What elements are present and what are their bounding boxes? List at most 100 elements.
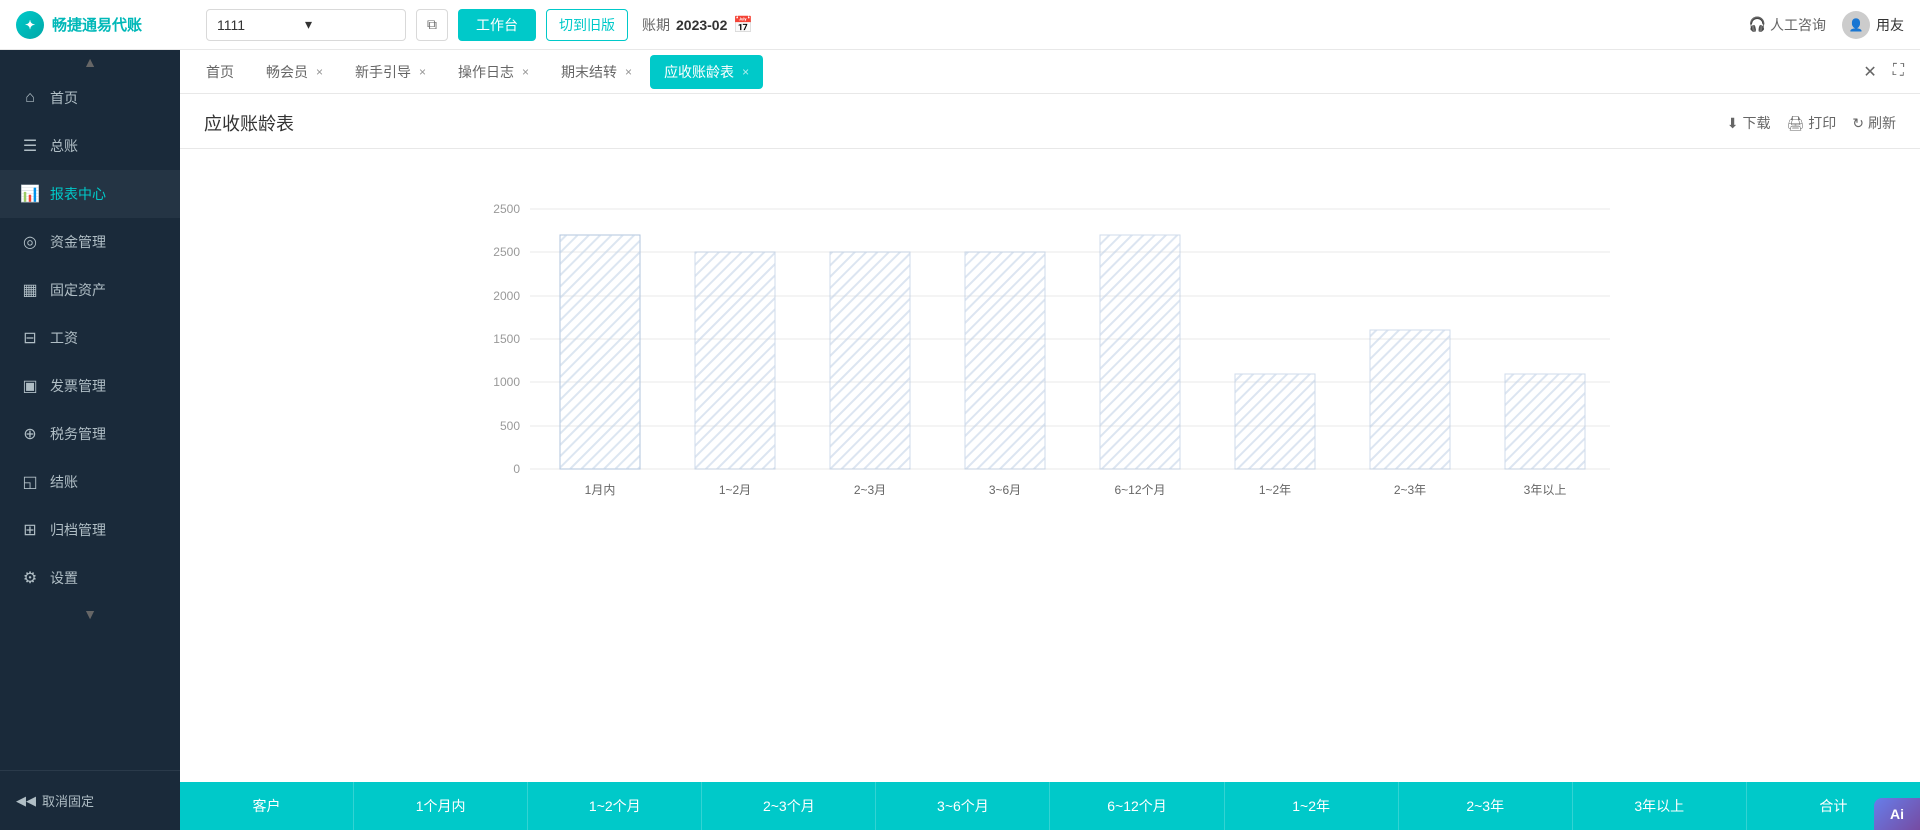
svg-text:1~2月: 1~2月 [719,483,751,497]
tab-period-end-label: 期末结转 [561,62,617,82]
download-label: 下载 [1742,113,1770,133]
consult-button[interactable]: 🎧 人工咨询 [1749,15,1826,35]
svg-text:3~6月: 3~6月 [989,483,1021,497]
tab-aging-label: 应收账龄表 [664,62,734,82]
svg-text:2500: 2500 [493,245,520,259]
refresh-label: 刷新 [1868,113,1896,133]
table-header: 客户1个月内1~2个月2~3个月3~6个月6~12个月1~2年2~3年3年以上合… [180,782,1920,830]
tab-oplog-close[interactable]: × [522,65,529,79]
download-button[interactable]: ⬇ 下载 [1727,113,1771,133]
sidebar-item-settings[interactable]: ⚙ 设置 [0,554,180,602]
copy-icon: ⧉ [427,16,437,33]
svg-text:1000: 1000 [493,375,520,389]
sidebar-item-assets[interactable]: ▦ 固定资产 [0,266,180,314]
logo-area: ✦ 畅捷通易代账 [16,11,196,39]
company-select[interactable]: 1111 ▾ [206,9,406,41]
tab-period-end-close[interactable]: × [625,65,632,79]
expand-button[interactable]: ⛶ [1889,58,1908,86]
table-header-cell: 1个月内 [354,782,528,830]
home-icon: ⌂ [20,89,40,107]
workbench-button[interactable]: 工作台 [458,9,536,41]
company-name: 1111 [217,17,245,33]
sidebar-item-salary[interactable]: ⊟ 工资 [0,314,180,362]
svg-text:1月内: 1月内 [585,483,616,497]
sidebar-label-funds: 资金管理 [50,232,106,252]
tab-guide-label: 新手引导 [355,62,411,82]
tab-actions: ✕ ⛶ [1859,58,1908,86]
sidebar: ▲ ⌂ 首页 ☰ 总账 📊 报表中心 ◎ 资金管理 ▦ 固定资产 ⊟ 工资 ▣ … [0,50,180,830]
tab-aging[interactable]: 应收账龄表 × [650,55,763,89]
svg-text:500: 500 [500,419,520,433]
print-icon: 🖨 [1786,115,1804,132]
logo-icon: ✦ [16,11,44,39]
sidebar-item-settlement[interactable]: ◱ 结账 [0,458,180,506]
chart-container: 0 500 1000 1500 2000 2500 2500 [204,169,1896,529]
table-header-cell: 客户 [180,782,354,830]
sidebar-scroll-up[interactable]: ▲ [0,50,180,74]
sidebar-item-tax[interactable]: ⊕ 税务管理 [0,410,180,458]
sidebar-label-tax: 税务管理 [50,424,106,444]
settings-icon: ⚙ [20,568,40,588]
tab-guide[interactable]: 新手引导 × [341,55,440,89]
tab-member-close[interactable]: × [316,65,323,79]
table-header-cell: 2~3年 [1399,782,1573,830]
svg-text:2500: 2500 [493,202,520,216]
table-header-cell: 1~2年 [1225,782,1399,830]
svg-text:2~3年: 2~3年 [1394,483,1426,497]
copy-button[interactable]: ⧉ [416,9,448,41]
user-avatar: 👤 [1842,11,1870,39]
tab-aging-close[interactable]: × [742,65,749,79]
content-area: 首页 畅会员 × 新手引导 × 操作日志 × 期末结转 × 应收账龄表 × [180,50,1920,830]
header-right: 🎧 人工咨询 👤 用友 [1749,11,1904,39]
table-header-cell: 2~3个月 [702,782,876,830]
sidebar-item-home[interactable]: ⌂ 首页 [0,74,180,122]
sidebar-label-salary: 工资 [50,328,78,348]
reports-icon: 📊 [20,184,40,204]
sidebar-scroll-down[interactable]: ▼ [0,602,180,626]
sidebar-item-archive[interactable]: ⊞ 归档管理 [0,506,180,554]
old-version-button[interactable]: 切到旧版 [546,9,628,41]
settlement-icon: ◱ [20,472,40,492]
archive-icon: ⊞ [20,520,40,540]
tab-period-end[interactable]: 期末结转 × [547,55,646,89]
tab-home-label: 首页 [206,62,234,82]
tab-member[interactable]: 畅会员 × [252,55,337,89]
sidebar-label-assets: 固定资产 [50,280,106,300]
headset-icon: 🎧 [1749,16,1766,33]
sidebar-label-settlement: 结账 [50,472,78,492]
consult-label: 人工咨询 [1770,15,1826,35]
top-header: ✦ 畅捷通易代账 1111 ▾ ⧉ 工作台 切到旧版 账期 2023-02 📅 … [0,0,1920,50]
sidebar-item-invoice[interactable]: ▣ 发票管理 [0,362,180,410]
assets-icon: ▦ [20,280,40,300]
cancel-fixed-button[interactable]: ◀◀ 取消固定 [0,781,180,820]
period-value: 2023-02 [676,17,727,33]
refresh-button[interactable]: ↻ 刷新 [1852,113,1896,133]
sidebar-label-archive: 归档管理 [50,520,106,540]
print-button[interactable]: 🖨 打印 [1786,113,1836,133]
tab-member-label: 畅会员 [266,62,308,82]
company-dropdown-icon: ▾ [305,16,312,33]
svg-text:1~2年: 1~2年 [1259,483,1291,497]
close-all-button[interactable]: ✕ [1859,58,1880,86]
svg-text:6~12个月: 6~12个月 [1114,483,1165,497]
tab-home[interactable]: 首页 [192,55,248,89]
sidebar-label-invoice: 发票管理 [50,376,106,396]
sidebar-item-reports[interactable]: 📊 报表中心 [0,170,180,218]
invoice-icon: ▣ [20,376,40,396]
calendar-icon[interactable]: 📅 [733,15,753,35]
sidebar-item-funds[interactable]: ◎ 资金管理 [0,218,180,266]
funds-icon: ◎ [20,232,40,252]
svg-text:3年以上: 3年以上 [1524,483,1567,497]
tab-bar: 首页 畅会员 × 新手引导 × 操作日志 × 期末结转 × 应收账龄表 × [180,50,1920,94]
user-name: 用友 [1876,15,1904,35]
sidebar-item-ledger[interactable]: ☰ 总账 [0,122,180,170]
user-area[interactable]: 👤 用友 [1842,11,1904,39]
ai-badge[interactable]: Ai [1874,798,1920,830]
tab-guide-close[interactable]: × [419,65,426,79]
period-label: 账期 [642,15,670,35]
page-header: 应收账龄表 ⬇ 下载 🖨 打印 ↻ 刷新 [180,94,1920,149]
salary-icon: ⊟ [20,328,40,348]
tab-oplog[interactable]: 操作日志 × [444,55,543,89]
main-layout: ▲ ⌂ 首页 ☰ 总账 📊 报表中心 ◎ 资金管理 ▦ 固定资产 ⊟ 工资 ▣ … [0,50,1920,830]
print-label: 打印 [1808,113,1836,133]
